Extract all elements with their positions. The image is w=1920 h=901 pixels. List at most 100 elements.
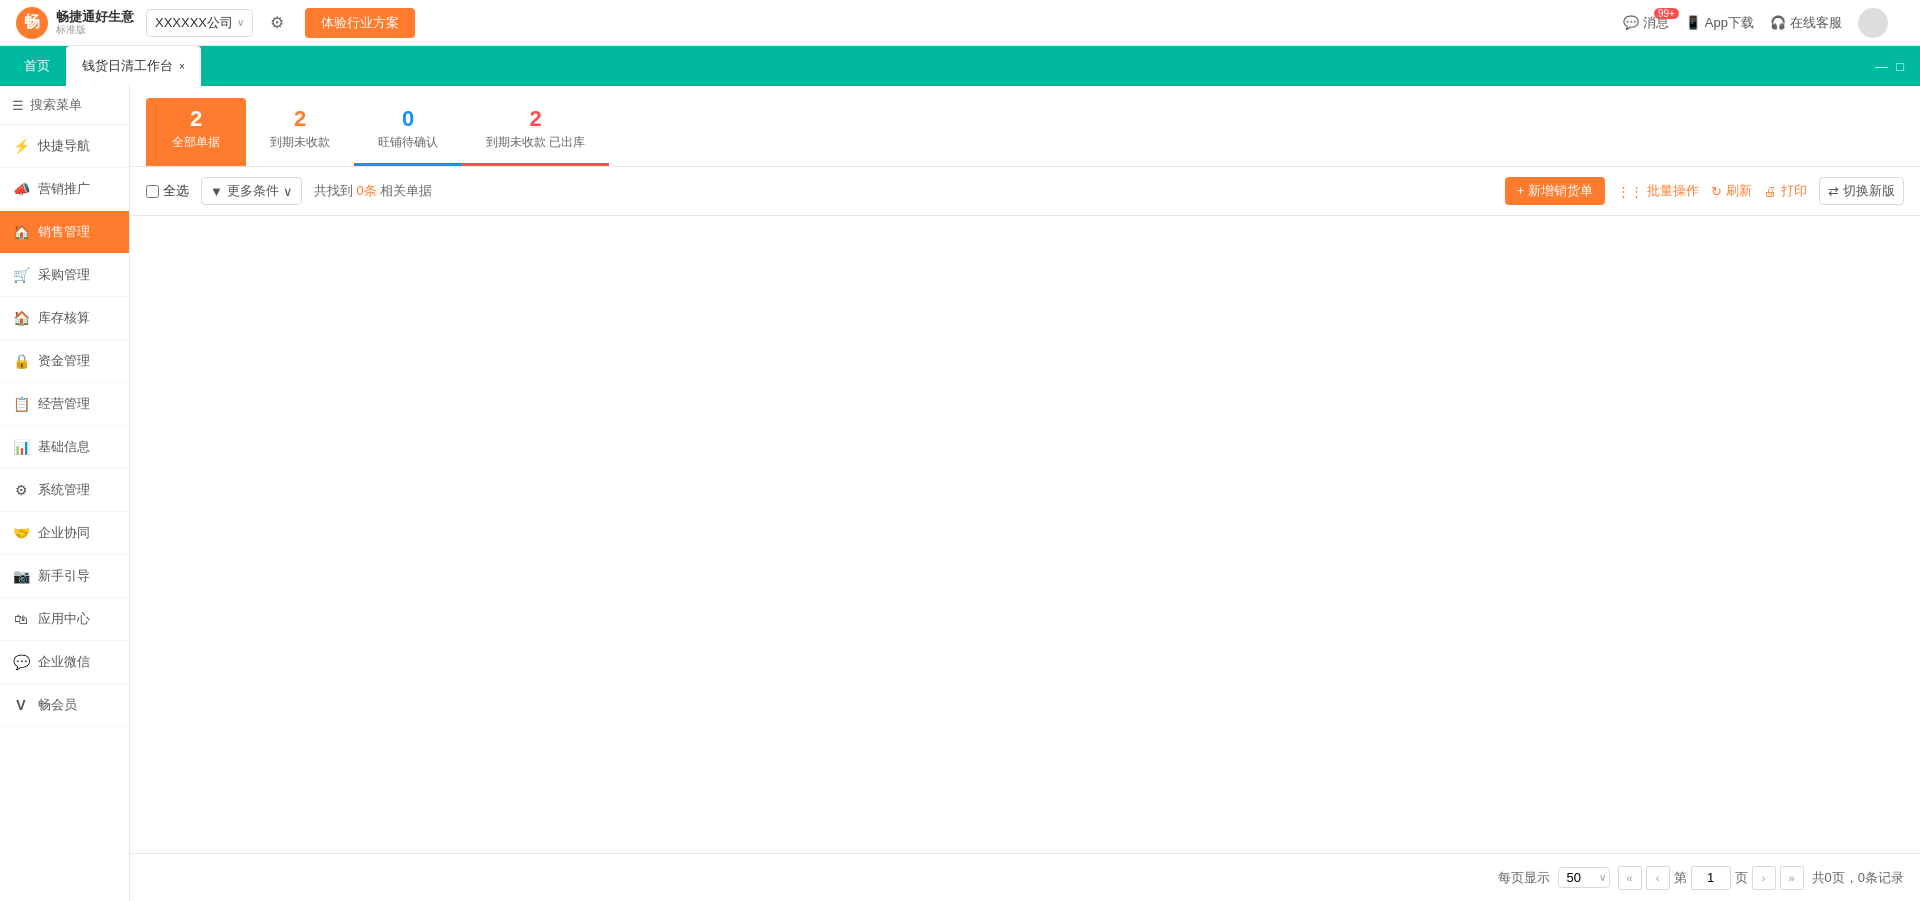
sidebar-item-wechat[interactable]: 💬 企业微信 [0, 641, 129, 684]
next-page-button[interactable]: › [1752, 866, 1776, 890]
content-area: 2 全部单据 2 到期未收款 0 旺铺待确认 2 到期未收款 已出库 [130, 86, 1920, 901]
sidebar-search[interactable]: ☰ 搜索菜单 [0, 86, 129, 125]
top-header: 畅 畅捷通好生意 标准版 XXXXXX公司 ∨ ⚙ 体验行业方案 💬 消息 99… [0, 0, 1920, 46]
tab-overdue[interactable]: 2 到期未收款 [246, 98, 354, 166]
filter-label: 更多条件 [227, 182, 279, 200]
member-icon: V [12, 696, 30, 714]
online-service-icon: 🎧 [1770, 15, 1786, 30]
sidebar-item-label: 资金管理 [38, 352, 90, 370]
last-page-button[interactable]: » [1780, 866, 1804, 890]
company-selector[interactable]: XXXXXX公司 ∨ [146, 9, 253, 37]
sidebar-item-operation[interactable]: 📋 经营管理 [0, 383, 129, 426]
trial-button[interactable]: 体验行业方案 [305, 8, 415, 38]
tab-overdue-shipped[interactable]: 2 到期未收款 已出库 [462, 98, 609, 166]
tab-active[interactable]: 钱货日清工作台 × [66, 46, 201, 86]
settings-button[interactable]: ⚙ [261, 7, 293, 39]
app-download-icon: 📱 [1685, 15, 1701, 30]
online-service-label: 在线客服 [1790, 14, 1842, 32]
guide-icon: 📷 [12, 567, 30, 585]
sidebar-item-cooperation[interactable]: 🤝 企业协同 [0, 512, 129, 555]
window-minimize-button[interactable]: — [1875, 59, 1888, 74]
sidebar-item-label: 经营管理 [38, 395, 90, 413]
sidebar-item-basic[interactable]: 📊 基础信息 [0, 426, 129, 469]
message-badge: 99+ [1654, 8, 1679, 19]
selected-count: 0条 [357, 183, 377, 198]
switch-label: 切换新版 [1843, 182, 1895, 200]
sidebar-item-purchase[interactable]: 🛒 采购管理 [0, 254, 129, 297]
filter-chevron-icon: ∨ [283, 184, 293, 199]
tab-pending[interactable]: 0 旺铺待确认 [354, 98, 462, 166]
selected-suffix: 相关单据 [380, 183, 432, 198]
tab-overdue-label: 到期未收款 [270, 134, 330, 151]
sidebar-item-label: 销售管理 [38, 223, 90, 241]
selected-prefix: 共找到 [314, 183, 353, 198]
page-size-select[interactable]: 50 10 20 100 [1558, 867, 1610, 888]
tab-close-icon[interactable]: × [179, 61, 185, 72]
sidebar-item-quick-nav[interactable]: ⚡ 快捷导航 [0, 125, 129, 168]
avatar[interactable] [1858, 8, 1888, 38]
tab-home[interactable]: 首页 [8, 57, 66, 75]
basic-icon: 📊 [12, 438, 30, 456]
sidebar-item-guide[interactable]: 📷 新手引导 [0, 555, 129, 598]
sidebar-item-label: 新手引导 [38, 567, 90, 585]
filter-icon: ▼ [210, 184, 223, 199]
tab-overdue-shipped-label: 到期未收款 已出库 [486, 134, 585, 151]
page-label: 第 [1674, 869, 1687, 887]
main-layout: ☰ 搜索菜单 ⚡ 快捷导航 📣 营销推广 🏠 销售管理 🛒 采购管理 🏠 库存核… [0, 86, 1920, 901]
switch-icon: ⇄ [1828, 184, 1839, 199]
logo-main-text: 畅捷通好生意 [56, 9, 134, 25]
sidebar-item-system[interactable]: ⚙ 系统管理 [0, 469, 129, 512]
switch-version-button[interactable]: ⇄ 切换新版 [1819, 177, 1904, 205]
sidebar-item-label: 应用中心 [38, 610, 90, 628]
sidebar-item-sales[interactable]: 🏠 销售管理 [0, 211, 129, 254]
add-sales-order-button[interactable]: + 新增销货单 [1505, 177, 1605, 205]
tab-all-label: 全部单据 [172, 134, 220, 151]
print-button[interactable]: 🖨 打印 [1764, 182, 1807, 200]
table-area [130, 216, 1920, 853]
sidebar-item-capital[interactable]: 🔒 资金管理 [0, 340, 129, 383]
company-name: XXXXXX公司 [155, 14, 233, 32]
search-icon: ☰ [12, 98, 24, 113]
sidebar-item-marketing[interactable]: 📣 营销推广 [0, 168, 129, 211]
tab-all-count: 2 [190, 106, 202, 132]
sidebar-item-label: 企业协同 [38, 524, 90, 542]
filter-button[interactable]: ▼ 更多条件 ∨ [201, 177, 302, 205]
chevron-down-icon: ∨ [237, 17, 244, 28]
online-service-button[interactable]: 🎧 在线客服 [1770, 14, 1842, 32]
appstore-icon: 🛍 [12, 610, 30, 628]
sidebar-item-member[interactable]: V 畅会员 [0, 684, 129, 727]
prev-page-button[interactable]: ‹ [1646, 866, 1670, 890]
logo-sub-text: 标准版 [56, 24, 134, 36]
tab-pending-label: 旺铺待确认 [378, 134, 438, 151]
select-all-checkbox[interactable]: 全选 [146, 182, 189, 200]
refresh-button[interactable]: ↻ 刷新 [1711, 182, 1752, 200]
select-all-input[interactable] [146, 185, 159, 198]
sidebar-item-label: 系统管理 [38, 481, 90, 499]
batch-label: 批量操作 [1647, 182, 1699, 200]
page-nav: « ‹ 第 页 › » [1618, 866, 1804, 890]
sidebar: ☰ 搜索菜单 ⚡ 快捷导航 📣 营销推广 🏠 销售管理 🛒 采购管理 🏠 库存核… [0, 86, 130, 901]
sidebar-item-label: 采购管理 [38, 266, 90, 284]
summary-tabs: 2 全部单据 2 到期未收款 0 旺铺待确认 2 到期未收款 已出库 [130, 86, 1920, 167]
sidebar-item-label: 快捷导航 [38, 137, 90, 155]
sidebar-item-label: 畅会员 [38, 696, 77, 714]
toolbar: 全选 ▼ 更多条件 ∨ 共找到 0条 相关单据 + 新增销货单 ⋮⋮ 批量操作 … [130, 167, 1920, 216]
page-input[interactable] [1691, 866, 1731, 890]
batch-action-button[interactable]: ⋮⋮ 批量操作 [1617, 182, 1699, 200]
sidebar-item-inventory[interactable]: 🏠 库存核算 [0, 297, 129, 340]
print-icon: 🖨 [1764, 184, 1777, 199]
sidebar-item-label: 营销推广 [38, 180, 90, 198]
message-button[interactable]: 💬 消息 99+ [1623, 14, 1669, 32]
window-maximize-button[interactable]: □ [1896, 59, 1904, 74]
sidebar-item-appstore[interactable]: 🛍 应用中心 [0, 598, 129, 641]
tab-all[interactable]: 2 全部单据 [146, 98, 246, 166]
header-right: 💬 消息 99+ 📱 App下载 🎧 在线客服 [1623, 8, 1904, 38]
per-page-label: 每页显示 [1498, 869, 1550, 887]
tab-overdue-count: 2 [294, 106, 306, 132]
sidebar-item-label: 库存核算 [38, 309, 90, 327]
app-download-button[interactable]: 📱 App下载 [1685, 14, 1754, 32]
summary-tabs-inner: 2 全部单据 2 到期未收款 0 旺铺待确认 2 到期未收款 已出库 [146, 98, 1904, 166]
first-page-button[interactable]: « [1618, 866, 1642, 890]
tab-overdue-shipped-count: 2 [530, 106, 542, 132]
nav-tabs: 首页 钱货日清工作台 × — □ [0, 46, 1920, 86]
